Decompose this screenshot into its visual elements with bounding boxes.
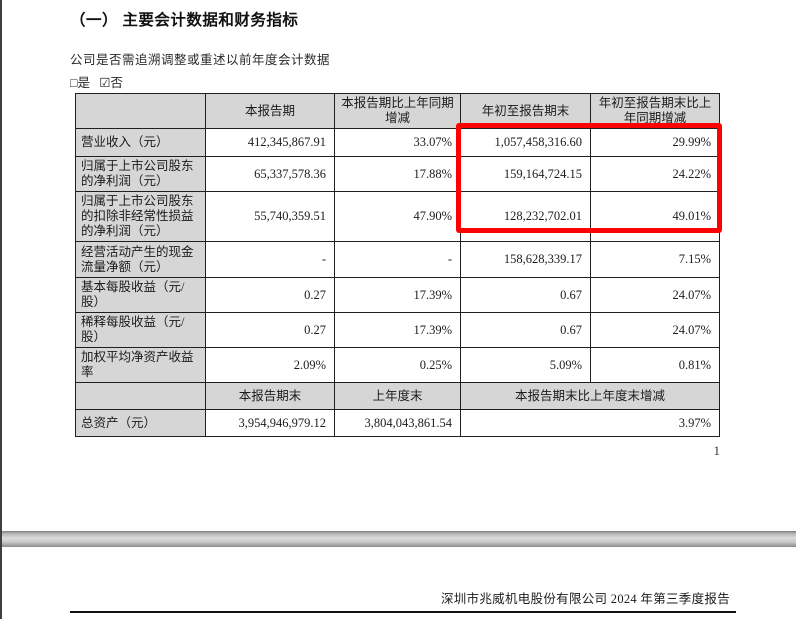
table-cell: 0.27 — [206, 313, 335, 348]
row-label: 稀释每股收益（元/股） — [76, 313, 206, 348]
table-cell: 17.88% — [335, 157, 461, 192]
header-cell-period-end-change: 本报告期末比上年度末增减 — [461, 383, 720, 410]
table-header-row: 本报告期 本报告期比上年同期增减 年初至报告期末 年初至报告期末比上年同期增减 — [76, 94, 720, 129]
table-cell: 24.07% — [591, 278, 720, 313]
row-label: 加权平均净资产收益率 — [76, 348, 206, 383]
table-row-net-profit: 归属于上市公司股东的净利润（元） 65,337,578.36 17.88% 15… — [76, 157, 720, 192]
table-cell: 3.97% — [461, 410, 720, 437]
next-page-header-rule — [70, 611, 736, 613]
table-cell: 17.39% — [335, 278, 461, 313]
table-cell: 158,628,339.17 — [461, 242, 591, 278]
table-cell: 33.07% — [335, 129, 461, 157]
table-cell: 0.25% — [335, 348, 461, 383]
header-cell-blank — [76, 383, 206, 410]
row-label: 归属于上市公司股东的净利润（元） — [76, 157, 206, 192]
table-cell: 159,164,724.15 — [461, 157, 591, 192]
table-cell: 412,345,867.91 — [206, 129, 335, 157]
row-label: 经营活动产生的现金流量净额（元） — [76, 242, 206, 278]
financial-indicators-table: 本报告期 本报告期比上年同期增减 年初至报告期末 年初至报告期末比上年同期增减 … — [75, 93, 720, 437]
table-cell: 65,337,578.36 — [206, 157, 335, 192]
row-label: 总资产（元） — [76, 410, 206, 437]
table-cell: 128,232,702.01 — [461, 192, 591, 242]
row-label: 归属于上市公司股东的扣除非经常性损益的净利润（元） — [76, 192, 206, 242]
table-cell: 1,057,458,316.60 — [461, 129, 591, 157]
table-cell: 55,740,359.51 — [206, 192, 335, 242]
viewer-left-edge — [0, 0, 2, 619]
table-cell: 2.09% — [206, 348, 335, 383]
table-cell: 5.09% — [461, 348, 591, 383]
table-cell: 0.67 — [461, 278, 591, 313]
table-cell: 49.01% — [591, 192, 720, 242]
table-cell: 24.07% — [591, 313, 720, 348]
row-label: 营业收入（元） — [76, 129, 206, 157]
header-cell-ytd: 年初至报告期末 — [461, 94, 591, 129]
restatement-answer: □是 ☑否 — [70, 72, 129, 91]
header-cell-period-end: 本报告期末 — [206, 383, 335, 410]
table-row-revenue: 营业收入（元） 412,345,867.91 33.07% 1,057,458,… — [76, 129, 720, 157]
table-cell: 29.99% — [591, 129, 720, 157]
table-cell: 17.39% — [335, 313, 461, 348]
table-cell: - — [206, 242, 335, 278]
header-cell-period-yoy-change: 本报告期比上年同期增减 — [335, 94, 461, 129]
table-cell: - — [335, 242, 461, 278]
row-label: 基本每股收益（元/股） — [76, 278, 206, 313]
checkbox-no-checked: ☑否 — [99, 76, 123, 90]
table-cell: 24.22% — [591, 157, 720, 192]
table-row-diluted-eps: 稀释每股收益（元/股） 0.27 17.39% 0.67 24.07% — [76, 313, 720, 348]
table-row-operating-cash-flow: 经营活动产生的现金流量净额（元） - - 158,628,339.17 7.15… — [76, 242, 720, 278]
table-cell: 3,954,946,979.12 — [206, 410, 335, 437]
restatement-question: 公司是否需追溯调整或重述以前年度会计数据 — [70, 49, 330, 68]
table-cell: 0.67 — [461, 313, 591, 348]
page-number: 1 — [700, 443, 720, 459]
table-cell: 3,804,043,861.54 — [335, 410, 461, 437]
table-row-total-assets: 总资产（元） 3,954,946,979.12 3,804,043,861.54… — [76, 410, 720, 437]
table-cell: 47.90% — [335, 192, 461, 242]
table-row-basic-eps: 基本每股收益（元/股） 0.27 17.39% 0.67 24.07% — [76, 278, 720, 313]
header-cell-ytd-yoy-change: 年初至报告期末比上年同期增减 — [591, 94, 720, 129]
table-row-net-profit-excl-nonrecurring: 归属于上市公司股东的扣除非经常性损益的净利润（元） 55,740,359.51 … — [76, 192, 720, 242]
header-cell-current-period: 本报告期 — [206, 94, 335, 129]
next-page-header: 深圳市兆威机电股份有限公司 2024 年第三季度报告 — [70, 588, 730, 607]
table-cell: 0.27 — [206, 278, 335, 313]
checkbox-yes: □是 — [70, 76, 90, 90]
document-page: { "page": { "section_title": "（一） 主要会计数据… — [0, 0, 796, 619]
table-header-row-2: 本报告期末 上年度末 本报告期末比上年度末增减 — [76, 383, 720, 410]
header-cell-blank — [76, 94, 206, 129]
section-title: （一） 主要会计数据和财务指标 — [70, 8, 298, 30]
table-cell: 0.81% — [591, 348, 720, 383]
header-cell-prior-year-end: 上年度末 — [335, 383, 461, 410]
page-break-separator — [2, 531, 796, 547]
table-cell: 7.15% — [591, 242, 720, 278]
table-row-weighted-avg-roe: 加权平均净资产收益率 2.09% 0.25% 5.09% 0.81% — [76, 348, 720, 383]
